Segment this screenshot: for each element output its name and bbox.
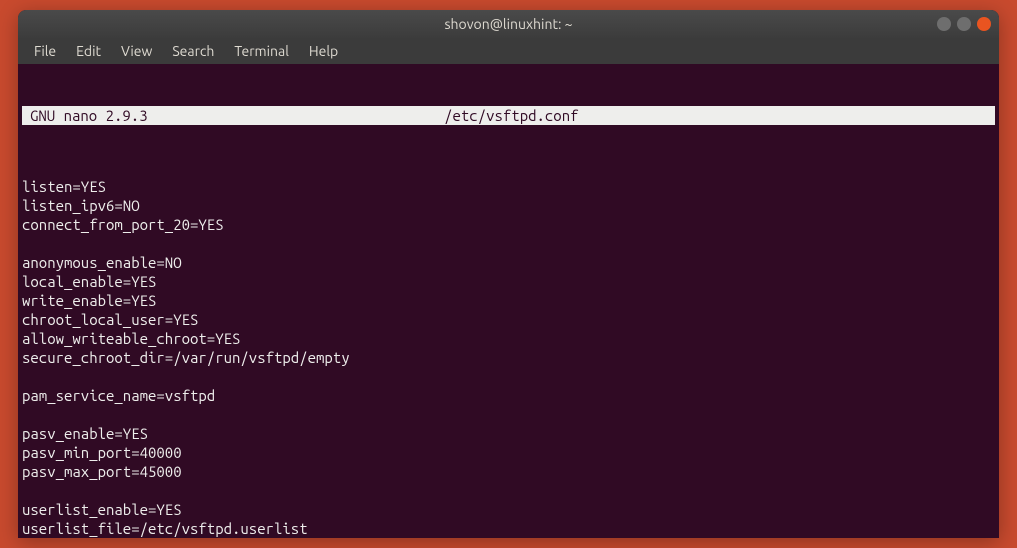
menu-terminal[interactable]: Terminal (226, 41, 297, 61)
minimize-icon[interactable] (937, 17, 951, 31)
window-controls (937, 17, 991, 31)
terminal-content[interactable]: GNU nano 2.9.3 /etc/vsftpd.conf listen=Y… (18, 64, 999, 538)
menu-file[interactable]: File (26, 41, 64, 61)
window-title: shovon@linuxhint: ~ (444, 16, 572, 32)
menu-help[interactable]: Help (301, 41, 346, 61)
menu-bar: File Edit View Search Terminal Help (18, 38, 999, 64)
menu-search[interactable]: Search (164, 41, 222, 61)
menu-edit[interactable]: Edit (68, 41, 109, 61)
file-content: listen=YES listen_ipv6=NO connect_from_p… (22, 177, 995, 538)
terminal-window: shovon@linuxhint: ~ File Edit View Searc… (18, 10, 999, 538)
maximize-icon[interactable] (957, 17, 971, 31)
nano-header: GNU nano 2.9.3 /etc/vsftpd.conf (22, 106, 995, 125)
nano-version: GNU nano 2.9.3 (22, 106, 148, 125)
title-bar: shovon@linuxhint: ~ (18, 10, 999, 38)
nano-file-path: /etc/vsftpd.conf (148, 106, 875, 125)
menu-view[interactable]: View (113, 41, 160, 61)
close-icon[interactable] (977, 17, 991, 31)
